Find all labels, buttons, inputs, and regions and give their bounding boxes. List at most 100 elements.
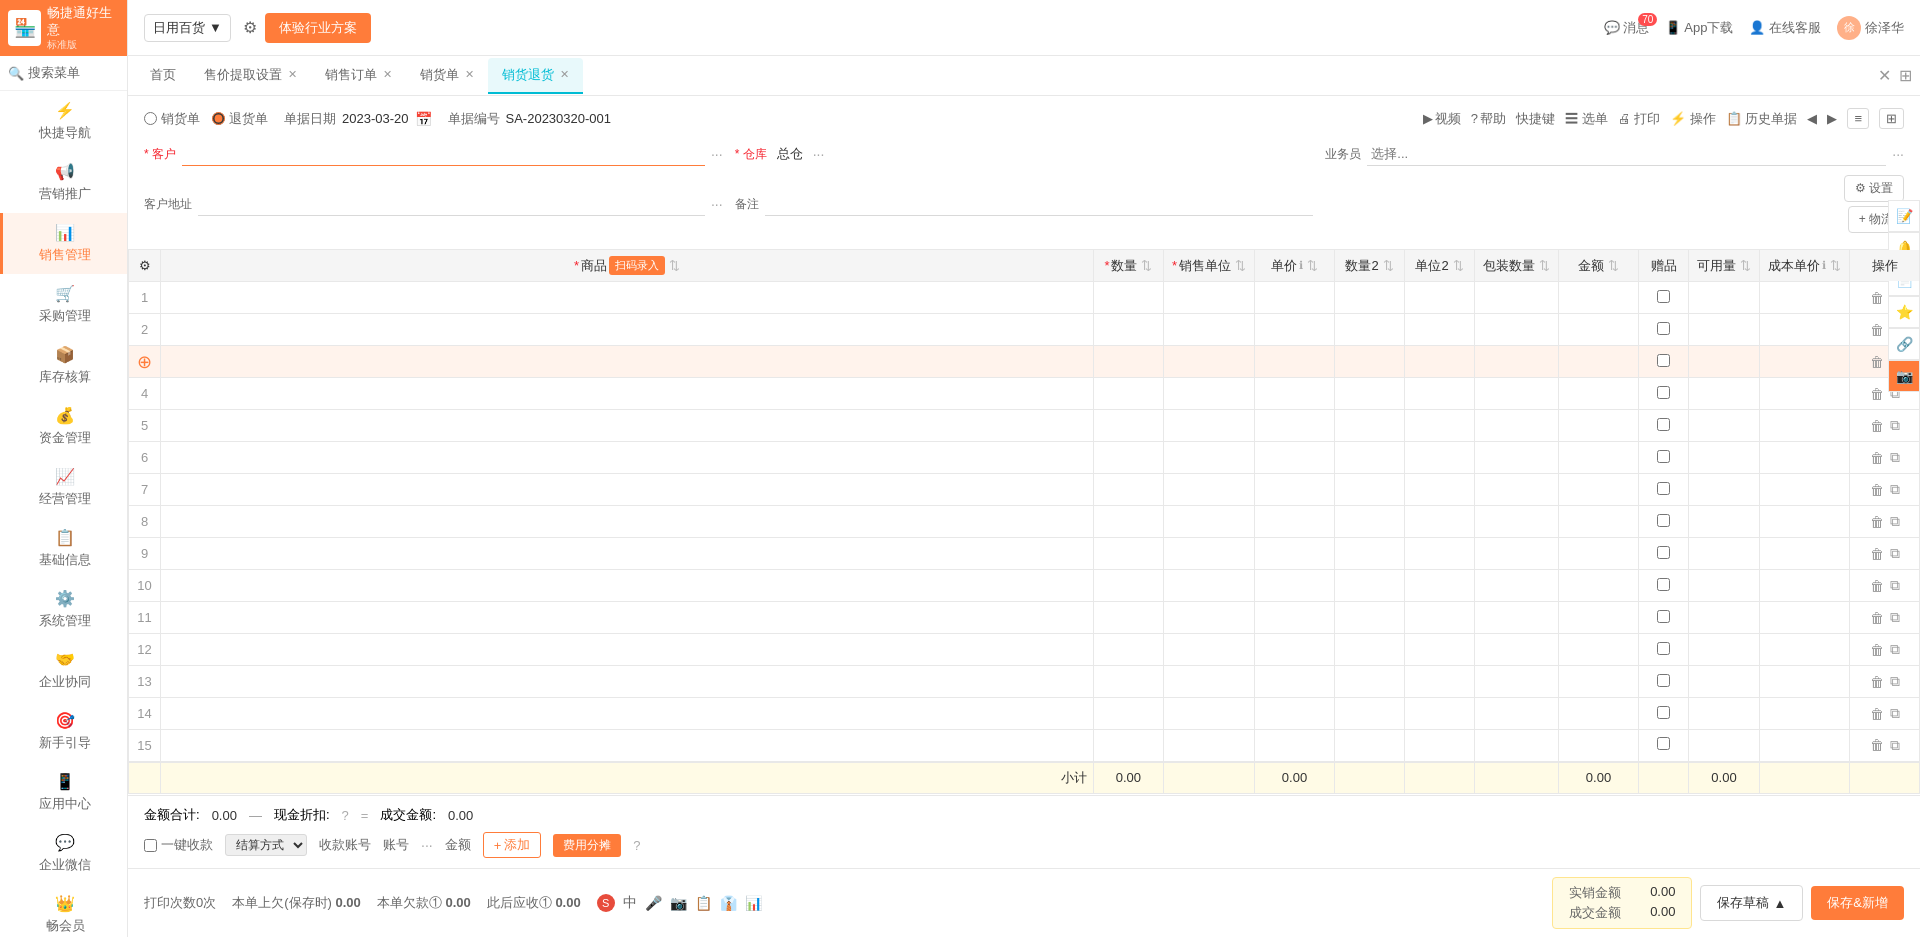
one-click-payment[interactable]: 一键收款 [144, 836, 213, 854]
delete-row-icon[interactable]: 🗑 [1870, 418, 1884, 434]
product-cell[interactable] [161, 570, 1094, 602]
product-cell[interactable] [161, 282, 1094, 314]
price-cell[interactable] [1255, 698, 1335, 730]
delete-row-icon[interactable]: 🗑 [1870, 706, 1884, 722]
app-download-btn[interactable]: 📱 App下载 [1665, 19, 1733, 37]
available-cell[interactable] [1689, 570, 1760, 602]
amount-cell[interactable] [1559, 474, 1639, 506]
payment-checkbox[interactable] [144, 839, 157, 852]
prev-btn[interactable]: ◀ [1807, 111, 1817, 126]
sidebar-item-purchase[interactable]: 🛒采购管理 [0, 274, 127, 335]
unit2-cell[interactable] [1405, 570, 1475, 602]
qty-cell[interactable] [1093, 442, 1163, 474]
pack-qty-cell[interactable] [1475, 538, 1559, 570]
amount-sort-icon[interactable]: ⇅ [1608, 258, 1619, 273]
copy-row-icon[interactable]: ⧉ [1890, 705, 1900, 722]
product-cell[interactable] [161, 698, 1094, 730]
grid-view-btn[interactable]: ⊞ [1879, 108, 1904, 129]
product-cell[interactable] [161, 442, 1094, 474]
experience-btn[interactable]: 体验行业方案 [265, 13, 371, 43]
delete-row-icon[interactable]: 🗑 [1870, 482, 1884, 498]
tab-sales-return[interactable]: 销货退货✕ [488, 58, 583, 94]
unit2-cell[interactable] [1405, 474, 1475, 506]
available-cell[interactable] [1689, 410, 1760, 442]
product-cell[interactable] [161, 730, 1094, 762]
fapiao-btn[interactable]: 费用分摊 [553, 834, 621, 857]
qty-cell[interactable] [1093, 570, 1163, 602]
gift-checkbox[interactable] [1657, 386, 1670, 399]
price-cell[interactable] [1255, 730, 1335, 762]
tab-close-sales-return[interactable]: ✕ [560, 68, 569, 81]
unit2-cell[interactable] [1405, 730, 1475, 762]
product-cell[interactable] [161, 602, 1094, 634]
pack-qty-cell[interactable] [1475, 506, 1559, 538]
gift-checkbox[interactable] [1657, 354, 1670, 367]
account-picker[interactable]: ··· [421, 837, 433, 853]
qty-cell[interactable] [1093, 698, 1163, 730]
cost-price-cell[interactable] [1760, 698, 1850, 730]
price-cell[interactable] [1255, 474, 1335, 506]
amount-cell[interactable] [1559, 346, 1639, 378]
product-cell[interactable] [161, 314, 1094, 346]
qty-cell[interactable] [1093, 506, 1163, 538]
gift-checkbox[interactable] [1657, 642, 1670, 655]
unit-cell[interactable] [1163, 346, 1254, 378]
qty2-sort-icon[interactable]: ⇅ [1383, 258, 1394, 273]
tab-home[interactable]: 首页 [136, 58, 190, 94]
cost-price-cell[interactable] [1760, 314, 1850, 346]
unit-cell[interactable] [1163, 634, 1254, 666]
fapiao-help-icon[interactable]: ? [633, 838, 640, 853]
topbar-gear-icon[interactable]: ⚙ [243, 18, 257, 37]
unit-cell[interactable] [1163, 730, 1254, 762]
copy-row-icon[interactable]: ⧉ [1890, 577, 1900, 594]
unit-cell[interactable] [1163, 442, 1254, 474]
sidebar-item-system[interactable]: ⚙️系统管理 [0, 579, 127, 640]
gift-checkbox[interactable] [1657, 706, 1670, 719]
cost-price-cell[interactable] [1760, 474, 1850, 506]
cost-price-cell[interactable] [1760, 666, 1850, 698]
amount-cell[interactable] [1559, 666, 1639, 698]
gift-cell[interactable] [1639, 442, 1689, 474]
online-service-btn[interactable]: 👤 在线客服 [1749, 19, 1821, 37]
copy-row-icon[interactable]: ⧉ [1890, 737, 1900, 754]
delete-row-icon[interactable]: 🗑 [1870, 737, 1884, 753]
right-panel-star-icon[interactable]: ⭐ [1888, 296, 1920, 328]
gift-cell[interactable] [1639, 410, 1689, 442]
pack-qty-cell[interactable] [1475, 410, 1559, 442]
available-cell[interactable] [1689, 474, 1760, 506]
price-cell[interactable] [1255, 410, 1335, 442]
gift-checkbox[interactable] [1657, 610, 1670, 623]
gift-checkbox[interactable] [1657, 290, 1670, 303]
tab-close-sales-delivery[interactable]: ✕ [465, 68, 474, 81]
qty2-cell[interactable] [1335, 730, 1405, 762]
th-settings[interactable]: ⚙ [129, 250, 161, 282]
available-cell[interactable] [1689, 538, 1760, 570]
add-btn[interactable]: + 添加 [483, 832, 542, 858]
address-picker[interactable]: ··· [711, 196, 723, 212]
settings-btn[interactable]: ⚙ 设置 [1844, 175, 1904, 202]
available-cell[interactable] [1689, 506, 1760, 538]
cost-price-cell[interactable] [1760, 634, 1850, 666]
delete-row-icon[interactable]: 🗑 [1870, 578, 1884, 594]
qty2-cell[interactable] [1335, 698, 1405, 730]
close-all-tabs-btn[interactable]: ✕ [1878, 66, 1891, 85]
gift-cell[interactable] [1639, 730, 1689, 762]
gift-checkbox[interactable] [1657, 514, 1670, 527]
gift-checkbox[interactable] [1657, 482, 1670, 495]
amount-cell[interactable] [1559, 378, 1639, 410]
unit-cell[interactable] [1163, 570, 1254, 602]
sidebar-item-shortcuts[interactable]: ⚡快捷导航 [0, 91, 127, 152]
sidebar-item-cooperation[interactable]: 🤝企业协同 [0, 640, 127, 701]
gift-cell[interactable] [1639, 314, 1689, 346]
unit-sort-icon[interactable]: ⇅ [1235, 258, 1246, 273]
amount-cell[interactable] [1559, 634, 1639, 666]
sidebar-search[interactable]: 🔍 搜索菜单 [0, 56, 127, 91]
qty-cell[interactable] [1093, 474, 1163, 506]
sales-radio[interactable]: 销货单 [144, 110, 200, 128]
price-info-icon[interactable]: ℹ [1299, 259, 1303, 272]
qty-cell[interactable] [1093, 666, 1163, 698]
tab-close-sales-order[interactable]: ✕ [383, 68, 392, 81]
pack-qty-cell[interactable] [1475, 666, 1559, 698]
price-cell[interactable] [1255, 666, 1335, 698]
sidebar-item-wechat[interactable]: 💬企业微信 [0, 823, 127, 884]
